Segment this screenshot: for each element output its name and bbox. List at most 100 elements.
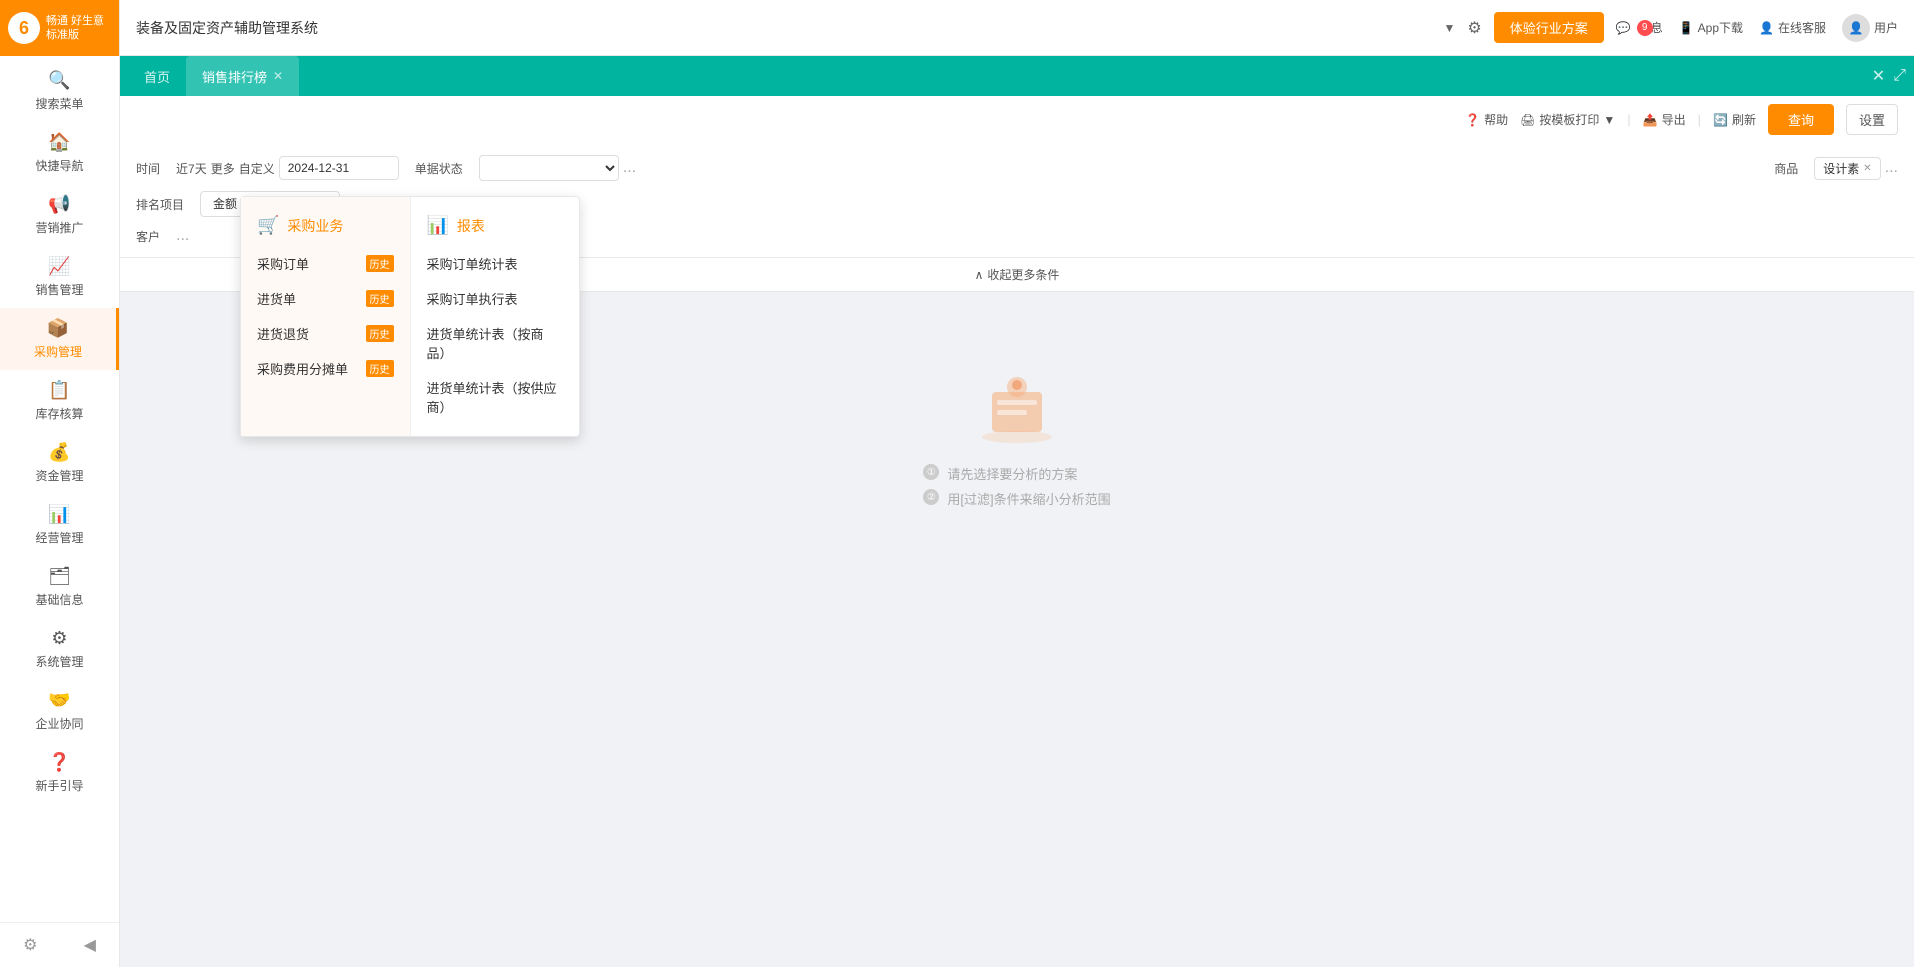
divider2: | [1698, 112, 1701, 127]
newbie-icon: ❓ [48, 752, 70, 773]
sidebar-item-inventory[interactable]: 📋 库存核算 [0, 370, 119, 432]
dropdown-item-purchase-expense[interactable]: 采购费用分摊单 历史 [241, 351, 410, 386]
tip-num-1: ① [923, 464, 939, 480]
dropdown-item-stock-stat-goods[interactable]: 进货单统计表（按商品） [411, 316, 580, 370]
tab-bar-right: ✕ ⤢ [1872, 66, 1906, 86]
message-icon: 💬 [1616, 21, 1631, 35]
goods-tag-close[interactable]: ✕ [1863, 163, 1871, 174]
tab-close-button[interactable]: ✕ [273, 69, 283, 83]
refresh-icon: 🔄 [1713, 113, 1728, 127]
dropdown-item-purchase-order[interactable]: 采购订单 历史 [241, 246, 410, 281]
sidebar-item-finance[interactable]: 💰 资金管理 [0, 432, 119, 494]
sidebar-item-inventory-label: 库存核算 [35, 405, 83, 422]
dropdown-item-stock-in[interactable]: 进货单 历史 [241, 281, 410, 316]
tab-home-label: 首页 [144, 67, 170, 86]
date-option-custom[interactable]: 自定义 [239, 160, 275, 177]
help-action[interactable]: ❓ 帮助 [1465, 111, 1508, 128]
purchase-expense-history-badge: 历史 [366, 360, 394, 377]
operations-icon: 📊 [48, 504, 70, 525]
stock-return-history-badge: 历史 [366, 325, 394, 342]
industry-button[interactable]: 体验行业方案 [1494, 12, 1604, 43]
dropdown-item-stock-stat-supplier[interactable]: 进货单统计表（按供应商） [411, 370, 580, 424]
sidebar-bottom: ⚙ ◀ [0, 922, 119, 967]
tip-num-2: ② [923, 489, 939, 505]
sidebar-item-search[interactable]: 🔍 搜索菜单 [0, 60, 119, 122]
sidebar-item-sales[interactable]: 📈 销售管理 [0, 246, 119, 308]
sidebar-item-purchase[interactable]: 📦 采购管理 [0, 308, 119, 370]
sidebar-item-marketing[interactable]: 📢 营销推广 [0, 184, 119, 246]
purchase-business-col: 🛒 采购业务 采购订单 历史 进货单 历史 进货退货 历史 采购费用分摊单 [241, 197, 411, 436]
goods-more[interactable]: ... [1885, 159, 1898, 177]
dropdown-item-order-stat-label: 采购订单统计表 [427, 254, 518, 273]
avatar: 👤 [1842, 14, 1870, 42]
refresh-action[interactable]: 🔄 刷新 [1713, 111, 1756, 128]
sidebar-settings-button[interactable]: ⚙ [23, 935, 37, 955]
order-status-select[interactable] [479, 155, 619, 181]
message-action[interactable]: 💬 9 消息 [1616, 19, 1663, 36]
dropdown-item-stock-return-label: 进货退货 [257, 324, 309, 343]
sidebar-item-operations[interactable]: 📊 经营管理 [0, 494, 119, 556]
export-icon: 📤 [1643, 113, 1658, 127]
sidebar-item-sales-label: 销售管理 [35, 281, 83, 298]
date-range-label: 时间 [136, 160, 160, 177]
top-header: 装备及固定资产辅助管理系统 ▼ ⚙ 体验行业方案 💬 9 消息 📱 App下载 … [120, 0, 1914, 56]
query-button[interactable]: 查询 [1768, 104, 1834, 135]
stock-in-history-badge: 历史 [366, 290, 394, 307]
system-dropdown[interactable]: ▼ [1443, 21, 1455, 35]
settings-icon[interactable]: ⚙ [1467, 18, 1481, 38]
logo-text: 畅通 好生意 标准版 [46, 14, 104, 43]
purchase-dropdown-menu: 🛒 采购业务 采购订单 历史 进货单 历史 进货退货 历史 采购费用分摊单 [240, 196, 580, 437]
avatar-icon: 👤 [1849, 21, 1864, 35]
dropdown-item-stock-return[interactable]: 进货退货 历史 [241, 316, 410, 351]
print-icon: 🖨 [1520, 113, 1535, 127]
dropdown-item-order-stat[interactable]: 采购订单统计表 [411, 246, 580, 281]
goods-group: 设计素 ✕ ... [1814, 157, 1898, 180]
sidebar-item-basic[interactable]: 🗂 基础信息 [0, 556, 119, 618]
divider1: | [1627, 112, 1630, 127]
sidebar-item-enterprise[interactable]: 🤝 企业协同 [0, 680, 119, 742]
help-label: 帮助 [1484, 111, 1508, 128]
sidebar-collapse-button[interactable]: ◀ [84, 935, 96, 955]
sidebar-item-system-label: 系统管理 [35, 653, 83, 670]
sidebar-item-system[interactable]: ⚙ 系统管理 [0, 618, 119, 680]
tab-sales-rank[interactable]: 销售排行榜 ✕ [186, 56, 299, 96]
user-action[interactable]: 👤 用户 [1842, 14, 1898, 42]
enterprise-icon: 🤝 [48, 690, 70, 711]
help-icon: ❓ [1465, 113, 1480, 127]
sidebar-item-newbie[interactable]: ❓ 新手引导 [0, 742, 119, 804]
dropdown-item-purchase-order-label: 采购订单 [257, 254, 309, 273]
online-service-action[interactable]: 👤 在线客服 [1759, 19, 1826, 36]
purchase-order-history-badge: 历史 [366, 255, 394, 272]
customer-label: 客户 [136, 228, 160, 245]
empty-tip-2: ② 用[过滤]条件来缩小分析范围 [923, 489, 1110, 508]
date-option-7days[interactable]: 近7天 [176, 160, 207, 177]
sidebar-item-quicknav[interactable]: 🏠 快捷导航 [0, 122, 119, 184]
dropdown-item-order-exec[interactable]: 采购订单执行表 [411, 281, 580, 316]
empty-illustration [967, 372, 1067, 452]
home-icon: 🏠 [48, 132, 70, 153]
export-action[interactable]: 📤 导出 [1643, 111, 1686, 128]
export-label: 导出 [1662, 111, 1686, 128]
rank-item-label: 排名项目 [136, 196, 184, 213]
tab-fullscreen-icon[interactable]: ⤢ [1893, 67, 1906, 85]
customer-more[interactable]: ... [176, 227, 189, 245]
sidebar-logo: 6 畅通 好生意 标准版 [0, 0, 119, 56]
date-input[interactable] [279, 156, 399, 180]
purchase-business-header: 🛒 采购业务 [241, 209, 410, 246]
filter-settings-button[interactable]: 设置 [1846, 104, 1898, 135]
print-action[interactable]: 🖨 按模板打印 ▼ [1520, 111, 1615, 128]
order-status-more[interactable]: ... [623, 159, 636, 177]
sidebar-nav: 🔍 搜索菜单 🏠 快捷导航 📢 营销推广 📈 销售管理 📦 采购管理 📋 库存核… [0, 56, 119, 922]
date-option-more[interactable]: 更多 [211, 160, 235, 177]
system-icon: ⚙ [51, 628, 67, 649]
print-dropdown-icon[interactable]: ▼ [1603, 113, 1615, 127]
app-download-action[interactable]: 📱 App下载 [1679, 19, 1743, 36]
purchase-report-title: 报表 [457, 216, 485, 236]
dropdown-item-stock-stat-supplier-label: 进货单统计表（按供应商） [427, 378, 564, 416]
tab-expand-icon[interactable]: ✕ [1872, 66, 1885, 86]
system-title: 装备及固定资产辅助管理系统 [136, 18, 1431, 38]
empty-tip-2-text: 用[过滤]条件来缩小分析范围 [947, 489, 1110, 508]
finance-icon: 💰 [48, 442, 70, 463]
sidebar: 6 畅通 好生意 标准版 🔍 搜索菜单 🏠 快捷导航 📢 营销推广 📈 销售管理… [0, 0, 120, 967]
tab-home[interactable]: 首页 [128, 56, 186, 96]
